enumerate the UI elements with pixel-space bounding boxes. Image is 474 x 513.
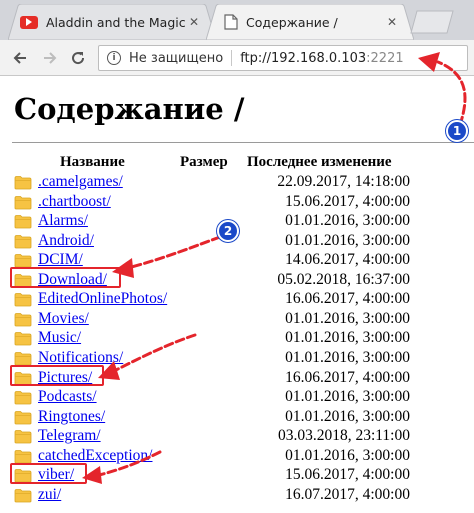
folder-icon [14, 312, 32, 327]
annotation-badge-1: 1 [446, 120, 468, 142]
modified-date: 03.03.2018, 23:11:00 [277, 427, 410, 445]
omnibox-divider [231, 50, 233, 66]
folder-icon [14, 488, 32, 503]
modified-date: 22.09.2017, 14:18:00 [277, 173, 410, 190]
table-row: Telegram/03.03.2018, 23:11:00 [0, 427, 474, 446]
modified-date: 16.06.2017, 4:00:00 [285, 368, 410, 386]
folder-icon [14, 352, 32, 366]
folder-link[interactable]: Movies/ [38, 310, 89, 328]
highlight-box-download [10, 267, 121, 288]
folder-icon [14, 430, 32, 444]
folder-icon [14, 391, 32, 405]
folder-link[interactable]: Music/ [38, 329, 81, 347]
folder-link[interactable]: zui/ [38, 486, 61, 504]
column-header-size[interactable]: Размер [180, 154, 228, 171]
folder-link[interactable]: .chartboost/ [38, 193, 111, 211]
modified-date: 01.01.2016, 3:00:00 [285, 212, 410, 230]
tab-youtube[interactable]: Aladdin and the Magic L ✕ [8, 4, 216, 40]
modified-date: 01.01.2016, 3:00:00 [285, 407, 410, 425]
folder-link[interactable]: Android/ [38, 232, 94, 250]
column-header-name[interactable]: Название [60, 154, 125, 171]
close-tab-icon[interactable]: ✕ [186, 14, 202, 30]
modified-date: 01.01.2016, 3:00:00 [285, 446, 410, 464]
tab-contents[interactable]: Содержание / ✕ [206, 4, 414, 40]
highlight-box-viber [10, 463, 87, 484]
info-icon[interactable]: i [107, 51, 121, 65]
folder-link[interactable]: EditedOnlinePhotos/ [38, 290, 167, 308]
folder-icon [14, 449, 32, 464]
url-text[interactable]: ftp://192.168.0.103 [240, 51, 366, 66]
tab-strip: Aladdin and the Magic L ✕ Содержание / ✕ [0, 0, 474, 40]
table-row: Ringtones/01.01.2016, 3:00:00 [0, 408, 474, 427]
divider [12, 142, 474, 143]
folder-icon [14, 293, 32, 307]
close-tab-icon[interactable]: ✕ [384, 14, 400, 30]
forward-button[interactable] [38, 46, 62, 70]
modified-date: 01.01.2016, 3:00:00 [285, 329, 410, 347]
modified-date: 05.02.2018, 16:37:00 [277, 270, 410, 288]
folder-link[interactable]: .camelgames/ [38, 173, 123, 191]
url-port[interactable]: :2221 [366, 51, 403, 66]
folder-icon [14, 254, 32, 268]
document-icon [224, 14, 238, 30]
folder-icon [14, 215, 32, 229]
tab-title: Содержание / [246, 14, 338, 30]
table-row: zui/16.07.2017, 4:00:00 [0, 486, 474, 505]
annotation-badge-2: 2 [217, 220, 239, 242]
table-row: .chartboost/15.06.2017, 4:00:00 [0, 193, 474, 212]
modified-date: 15.06.2017, 4:00:00 [285, 192, 410, 210]
tab-title: Aladdin and the Magic L [46, 14, 186, 30]
folder-link[interactable]: Telegram/ [38, 427, 101, 445]
address-bar[interactable]: i Не защищено ftp://192.168.0.103:2221 [98, 45, 468, 71]
browser-toolbar: i Не защищено ftp://192.168.0.103:2221 [0, 40, 474, 76]
modified-date: 01.01.2016, 3:00:00 [285, 309, 410, 327]
modified-date: 16.06.2017, 4:00:00 [285, 290, 410, 308]
modified-date: 16.07.2017, 4:00:00 [285, 485, 410, 503]
column-header-modified[interactable]: Последнее изменение [247, 154, 392, 171]
highlight-box-pictures [10, 365, 104, 386]
folder-icon [14, 195, 32, 209]
reload-button[interactable] [66, 46, 90, 70]
modified-date: 14.06.2017, 4:00:00 [285, 251, 410, 269]
new-tab-button[interactable] [410, 10, 454, 34]
security-label[interactable]: Не защищено [129, 51, 223, 66]
table-row: .camelgames/22.09.2017, 14:18:00 [0, 173, 474, 192]
modified-date: 01.01.2016, 3:00:00 [285, 348, 410, 366]
table-row: EditedOnlinePhotos/16.06.2017, 4:00:00 [0, 290, 474, 309]
arrow-left-icon [13, 52, 26, 64]
table-row: Movies/01.01.2016, 3:00:00 [0, 310, 474, 329]
folder-link[interactable]: catchedException/ [38, 447, 152, 465]
folder-icon [14, 176, 32, 190]
back-button[interactable] [8, 46, 32, 70]
modified-date: 01.01.2016, 3:00:00 [285, 231, 410, 249]
page-title: Содержание / [14, 92, 245, 126]
youtube-icon [20, 15, 38, 29]
reload-icon [72, 52, 85, 65]
folder-link[interactable]: Alarms/ [38, 212, 88, 230]
table-row: Podcasts/01.01.2016, 3:00:00 [0, 388, 474, 407]
arrow-right-icon [44, 52, 57, 64]
folder-link[interactable]: Podcasts/ [38, 388, 97, 406]
folder-link[interactable]: Ringtones/ [38, 408, 105, 426]
modified-date: 15.06.2017, 4:00:00 [285, 466, 410, 484]
modified-date: 01.01.2016, 3:00:00 [285, 388, 410, 406]
folder-icon [14, 234, 32, 249]
folder-icon [14, 332, 32, 346]
folder-icon [14, 410, 32, 424]
table-row: Music/01.01.2016, 3:00:00 [0, 329, 474, 348]
